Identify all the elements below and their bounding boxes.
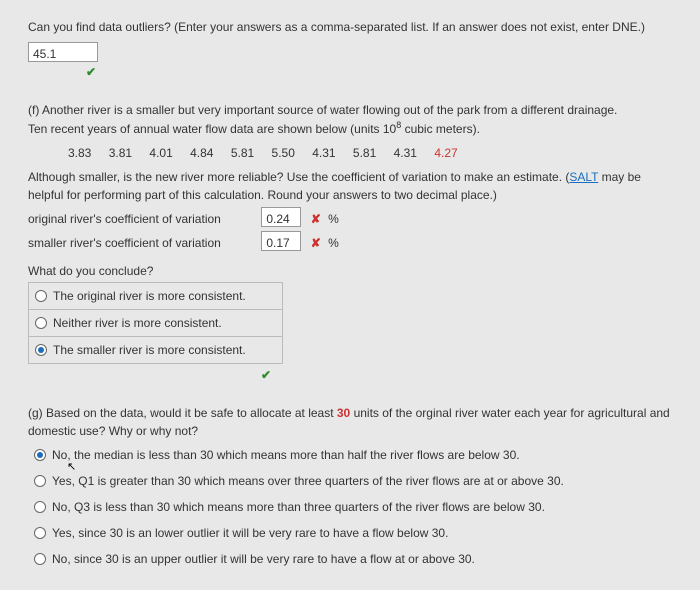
cv-original-row: original river's coefficient of variatio…	[28, 207, 672, 228]
radio-icon	[34, 527, 46, 539]
cursor-icon: ↖	[67, 460, 76, 473]
check-icon: ✔	[261, 368, 271, 382]
partg-opt-3[interactable]: Yes, since 30 is an lower outlier it wil…	[28, 520, 672, 546]
part-g: (g) Based on the data, would it be safe …	[28, 404, 672, 572]
radio-icon	[35, 317, 47, 329]
part-f-q2: Although smaller, is the new river more …	[28, 168, 672, 204]
cv-smaller-row: smaller river's coefficient of variation…	[28, 231, 672, 252]
part-g-label: (g)	[28, 406, 43, 420]
salt-link[interactable]: SALT	[569, 170, 598, 184]
part-f: (f) Another river is a smaller but very …	[28, 101, 672, 384]
part-g-question: (g) Based on the data, would it be safe …	[28, 404, 672, 440]
outliers-input[interactable]: 45.1	[28, 42, 98, 62]
radio-icon	[34, 449, 46, 461]
radio-icon	[35, 344, 47, 356]
cv-original-label: original river's coefficient of variatio…	[28, 210, 258, 228]
part-f-intro2: Ten recent years of annual water flow da…	[28, 119, 672, 138]
part-f-label: (f)	[28, 103, 39, 117]
partg-opt-1[interactable]: Yes, Q1 is greater than 30 which means o…	[28, 468, 672, 494]
outliers-prompt: Can you find data outliers? (Enter your …	[28, 18, 672, 36]
partg-options: No, the median is less than 30 which mea…	[28, 442, 672, 572]
conclude-question: What do you conclude?	[28, 262, 672, 280]
cv-original-input[interactable]: 0.24	[261, 207, 301, 227]
worksheet-page: Can you find data outliers? (Enter your …	[0, 0, 700, 590]
radio-icon	[34, 553, 46, 565]
x-icon: ✘	[311, 236, 321, 250]
x-icon: ✘	[311, 212, 321, 226]
conclude-options: The original river is more consistent. N…	[28, 282, 283, 364]
outliers-answer-row: 45.1	[28, 42, 672, 63]
radio-icon	[34, 475, 46, 487]
outliers-feedback: ✔	[78, 63, 672, 81]
radio-icon	[35, 290, 47, 302]
partg-opt-4[interactable]: No, since 30 is an upper outlier it will…	[28, 546, 672, 572]
conclude-feedback: ✔	[28, 366, 283, 384]
partg-opt-0[interactable]: No, the median is less than 30 which mea…	[28, 442, 672, 468]
conclude-opt-2[interactable]: The smaller river is more consistent.	[29, 337, 282, 363]
data-values: 3.83 3.81 4.01 4.84 5.81 5.50 4.31 5.81 …	[68, 144, 672, 162]
part-f-intro: (f) Another river is a smaller but very …	[28, 101, 672, 119]
partg-opt-2[interactable]: No, Q3 is less than 30 which means more …	[28, 494, 672, 520]
radio-icon	[34, 501, 46, 513]
conclude-opt-0[interactable]: The original river is more consistent.	[29, 283, 282, 310]
check-icon: ✔	[86, 65, 96, 79]
conclude-opt-1[interactable]: Neither river is more consistent.	[29, 310, 282, 337]
cv-smaller-label: smaller river's coefficient of variation	[28, 234, 258, 252]
cv-smaller-input[interactable]: 0.17	[261, 231, 301, 251]
